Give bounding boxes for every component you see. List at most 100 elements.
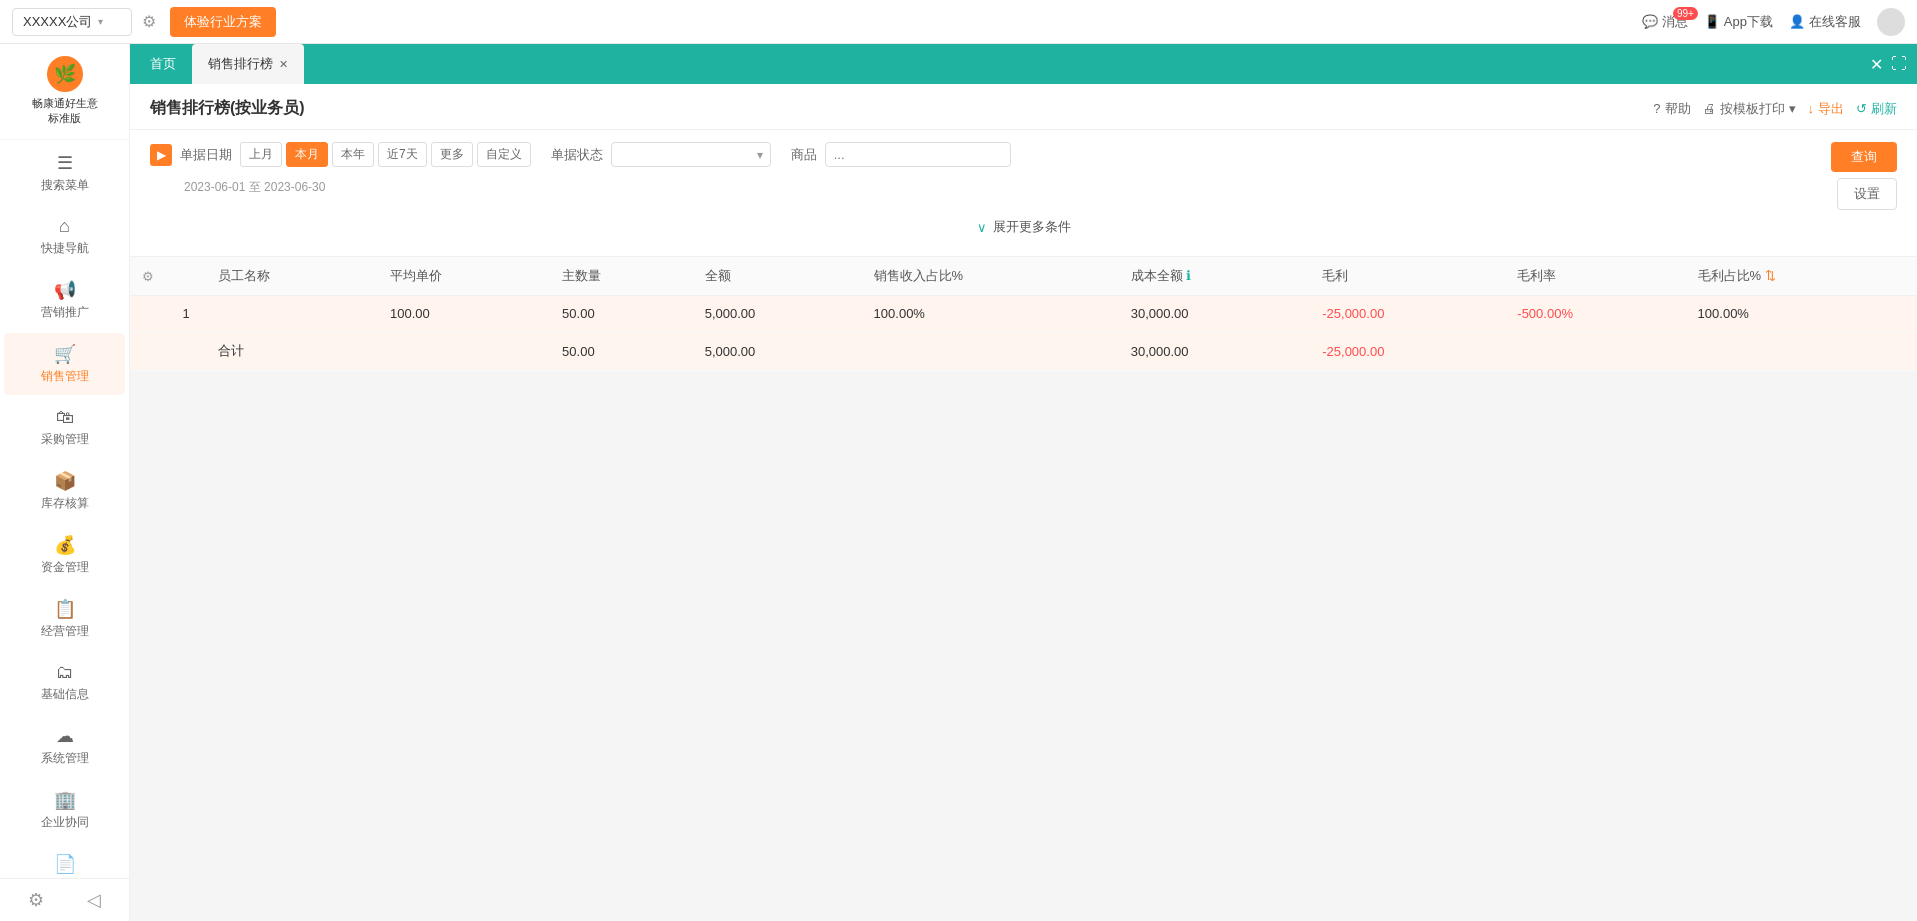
date-label: 单据日期 [180, 146, 232, 164]
query-button[interactable]: 查询 [1831, 142, 1897, 172]
operations-icon: 📋 [54, 598, 76, 620]
sidebar-item-basicinfo[interactable]: 🗂 基础信息 [4, 652, 125, 713]
tab-minimize-icon[interactable]: ✕ [1870, 55, 1883, 74]
status-select-wrap [611, 142, 771, 167]
col-rank [166, 257, 206, 296]
refresh-button[interactable]: ↺ 刷新 [1856, 100, 1897, 118]
row-gross-rate: -500.00% [1505, 296, 1685, 332]
sidebar-item-inventory[interactable]: 📦 库存核算 [4, 460, 125, 522]
online-service-label: 在线客服 [1809, 13, 1861, 31]
print-button[interactable]: 🖨 按模板打印 ▾ [1703, 100, 1796, 118]
table-header-row: ⚙ 员工名称 平均单价 主数量 全额 销售收入占比% 成本全额 ℹ [130, 257, 1917, 296]
sidebar-item-finance[interactable]: 💰 资金管理 [4, 524, 125, 586]
collapse-sidebar-icon[interactable]: ◁ [87, 889, 101, 911]
footer-row: 合计 50.00 5,000.00 30,000.00 -25,000.00 [130, 332, 1917, 371]
tab-home[interactable]: 首页 [134, 44, 192, 84]
row-sales-pct: 100.00% [862, 296, 1119, 332]
status-select[interactable] [611, 142, 771, 167]
tab-maximize-icon[interactable]: ⛶ [1891, 55, 1907, 73]
sidebar-item-search[interactable]: ☰ 搜索菜单 [4, 142, 125, 204]
goods-label: 商品 [791, 146, 817, 164]
year-btn[interactable]: 本年 [332, 142, 374, 167]
app-download-button[interactable]: 📱 App下载 [1704, 13, 1773, 31]
marketing-icon: 📢 [54, 279, 76, 301]
page-header-actions: ? 帮助 🖨 按模板打印 ▾ ↓ 导出 ↺ [1653, 100, 1897, 118]
custom-btn[interactable]: 自定义 [477, 142, 531, 167]
col-qty: 主数量 [550, 257, 693, 296]
7days-btn[interactable]: 近7天 [378, 142, 427, 167]
page-inner: 销售排行榜(按业务员) ? 帮助 🖨 按模板打印 ▾ ↓ [130, 84, 1917, 371]
help-label: 帮助 [1665, 100, 1691, 118]
row-settings [130, 296, 166, 332]
avatar[interactable] [1877, 8, 1905, 36]
newbie-icon: 📄 [54, 853, 76, 875]
sidebar-item-system[interactable]: ☁ 系统管理 [4, 715, 125, 777]
app-download-label: App下载 [1724, 13, 1773, 31]
sidebar-item-shortcut[interactable]: ⌂ 快捷导航 [4, 206, 125, 267]
print-label: 按模板打印 [1720, 100, 1785, 118]
service-icon: 👤 [1789, 14, 1805, 29]
trial-button[interactable]: 体验行业方案 [170, 7, 276, 37]
settings-button[interactable]: 设置 [1837, 178, 1897, 210]
sidebar-item-sales[interactable]: 🛒 销售管理 [4, 333, 125, 395]
finance-icon: 💰 [54, 534, 76, 556]
col-gross-pct-icon[interactable]: ⇅ [1765, 268, 1776, 283]
search-menu-icon: ☰ [57, 152, 73, 174]
export-button[interactable]: ↓ 导出 [1808, 100, 1845, 118]
col-amount: 全额 [693, 257, 862, 296]
sidebar-item-purchase[interactable]: 🛍 采购管理 [4, 397, 125, 458]
brand-name: 畅康通好生意 标准版 [32, 96, 98, 127]
top-settings-icon[interactable]: ⚙ [142, 12, 156, 31]
footer-qty: 50.00 [550, 332, 693, 371]
top-bar: XXXXX公司 ▾ ⚙ 体验行业方案 💬 消息 99+ 📱 App下载 👤 在线… [0, 0, 1917, 44]
filter-bar: ▶ 单据日期 上月 本月 本年 近7天 更多 自定义 [130, 130, 1917, 257]
tab-sales-rank-label: 销售排行榜 [208, 55, 273, 73]
table-row: 1 100.00 50.00 5,000.00 100.00% 30,000.0… [130, 296, 1917, 332]
tab-sales-rank[interactable]: 销售排行榜 ✕ [192, 44, 304, 84]
tab-home-label: 首页 [150, 55, 176, 73]
footer-sales-pct [862, 332, 1119, 371]
message-button[interactable]: 💬 消息 99+ [1642, 13, 1688, 31]
col-gross-pct-label: 毛利占比% [1698, 268, 1762, 283]
col-settings[interactable]: ⚙ [130, 257, 166, 296]
curr-month-btn[interactable]: 本月 [286, 142, 328, 167]
col-sales-pct: 销售收入占比% [862, 257, 1119, 296]
status-filter: 单据状态 [551, 142, 771, 167]
tab-bar: 首页 销售排行榜 ✕ ✕ ⛶ [130, 44, 1917, 84]
filter-arrow-button[interactable]: ▶ [150, 144, 172, 166]
sidebar-item-enterprise[interactable]: 🏢 企业协同 [4, 779, 125, 841]
sidebar-label-shortcut: 快捷导航 [41, 240, 89, 257]
sidebar-item-marketing[interactable]: 📢 营销推广 [4, 269, 125, 331]
status-label: 单据状态 [551, 146, 603, 164]
prev-month-btn[interactable]: 上月 [240, 142, 282, 167]
col-cost-info-icon[interactable]: ℹ [1186, 268, 1191, 283]
page-header: 销售排行榜(按业务员) ? 帮助 🖨 按模板打印 ▾ ↓ [130, 84, 1917, 130]
col-gross-rate: 毛利率 [1505, 257, 1685, 296]
tab-bar-actions: ✕ ⛶ [1870, 55, 1917, 74]
sidebar-item-newbie[interactable]: 📄 新手引导 [4, 843, 125, 878]
bottom-settings-icon[interactable]: ⚙ [28, 889, 44, 911]
system-icon: ☁ [56, 725, 74, 747]
sidebar-item-operations[interactable]: 📋 经营管理 [4, 588, 125, 650]
row-cost-amount: 30,000.00 [1119, 296, 1311, 332]
sidebar-label-purchase: 采购管理 [41, 431, 89, 448]
table-body: 1 100.00 50.00 5,000.00 100.00% 30,000.0… [130, 296, 1917, 332]
help-icon: ? [1653, 101, 1660, 116]
help-button[interactable]: ? 帮助 [1653, 100, 1690, 118]
page-title: 销售排行榜(按业务员) [150, 98, 305, 119]
sidebar-label-enterprise: 企业协同 [41, 814, 89, 831]
sales-icon: 🛒 [54, 343, 76, 365]
filter-row-1: ▶ 单据日期 上月 本月 本年 近7天 更多 自定义 [150, 142, 1811, 167]
expand-more-button[interactable]: ∨ 展开更多条件 [150, 210, 1897, 244]
col-gross-profit: 毛利 [1310, 257, 1505, 296]
online-service-button[interactable]: 👤 在线客服 [1789, 13, 1861, 31]
page-content: 销售排行榜(按业务员) ? 帮助 🖨 按模板打印 ▾ ↓ [130, 84, 1917, 921]
tab-close-icon[interactable]: ✕ [279, 58, 288, 71]
more-btn[interactable]: 更多 [431, 142, 473, 167]
refresh-label: 刷新 [1871, 100, 1897, 118]
inventory-icon: 📦 [54, 470, 76, 492]
goods-input[interactable] [825, 142, 1011, 167]
export-label: 导出 [1818, 100, 1844, 118]
content-area: 首页 销售排行榜 ✕ ✕ ⛶ 销售排行榜(按业务员) ? [130, 44, 1917, 921]
company-selector[interactable]: XXXXX公司 ▾ [12, 8, 132, 36]
